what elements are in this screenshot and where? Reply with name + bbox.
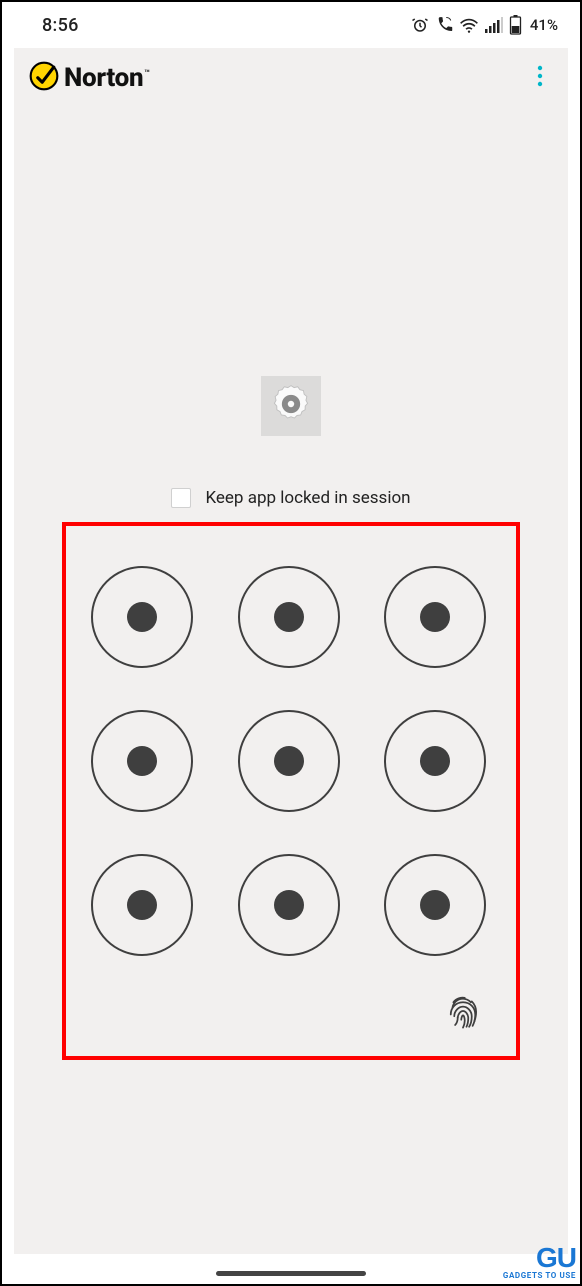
app-screen: Norton™: [14, 48, 568, 1254]
more-vertical-icon: [537, 65, 543, 91]
status-indicators: 41%: [411, 15, 558, 35]
pattern-unlock-pad[interactable]: [91, 566, 491, 956]
pattern-dot-1[interactable]: [91, 566, 193, 668]
pattern-dot-4[interactable]: [91, 710, 193, 812]
brand-name: Norton™: [64, 63, 150, 93]
phone-frame: 8:56: [0, 0, 582, 1286]
pattern-dot-6[interactable]: [384, 710, 486, 812]
norton-logo: Norton™: [28, 60, 150, 96]
watermark: GU GADGETS TO USE: [503, 1244, 576, 1280]
pattern-dot-3[interactable]: [384, 566, 486, 668]
keep-locked-checkbox[interactable]: [171, 488, 191, 508]
status-bar: 8:56: [2, 2, 580, 44]
keep-locked-row: Keep app locked in session: [14, 488, 568, 508]
fingerprint-icon: [442, 990, 484, 1036]
fingerprint-button[interactable]: [440, 990, 486, 1036]
norton-logo-icon: [28, 60, 60, 96]
locked-app-icon: [261, 376, 321, 436]
more-menu-button[interactable]: [526, 64, 554, 92]
battery-percentage: 41%: [530, 16, 558, 34]
status-time: 8:56: [42, 15, 79, 36]
pattern-dot-7[interactable]: [91, 854, 193, 956]
battery-icon: [509, 15, 522, 35]
call-icon: [435, 16, 453, 34]
home-indicator[interactable]: [216, 1271, 366, 1276]
watermark-logo: GU: [503, 1244, 576, 1272]
alarm-icon: [411, 16, 429, 34]
pattern-dot-2[interactable]: [238, 566, 340, 668]
wifi-icon: [459, 16, 479, 34]
pattern-dot-5[interactable]: [238, 710, 340, 812]
watermark-tagline: GADGETS TO USE: [503, 1272, 576, 1280]
settings-gear-icon: [269, 382, 313, 430]
app-header: Norton™: [14, 48, 568, 102]
keep-locked-label: Keep app locked in session: [205, 488, 410, 508]
pattern-dot-8[interactable]: [238, 854, 340, 956]
signal-icon: [485, 17, 503, 33]
pattern-dot-9[interactable]: [384, 854, 486, 956]
